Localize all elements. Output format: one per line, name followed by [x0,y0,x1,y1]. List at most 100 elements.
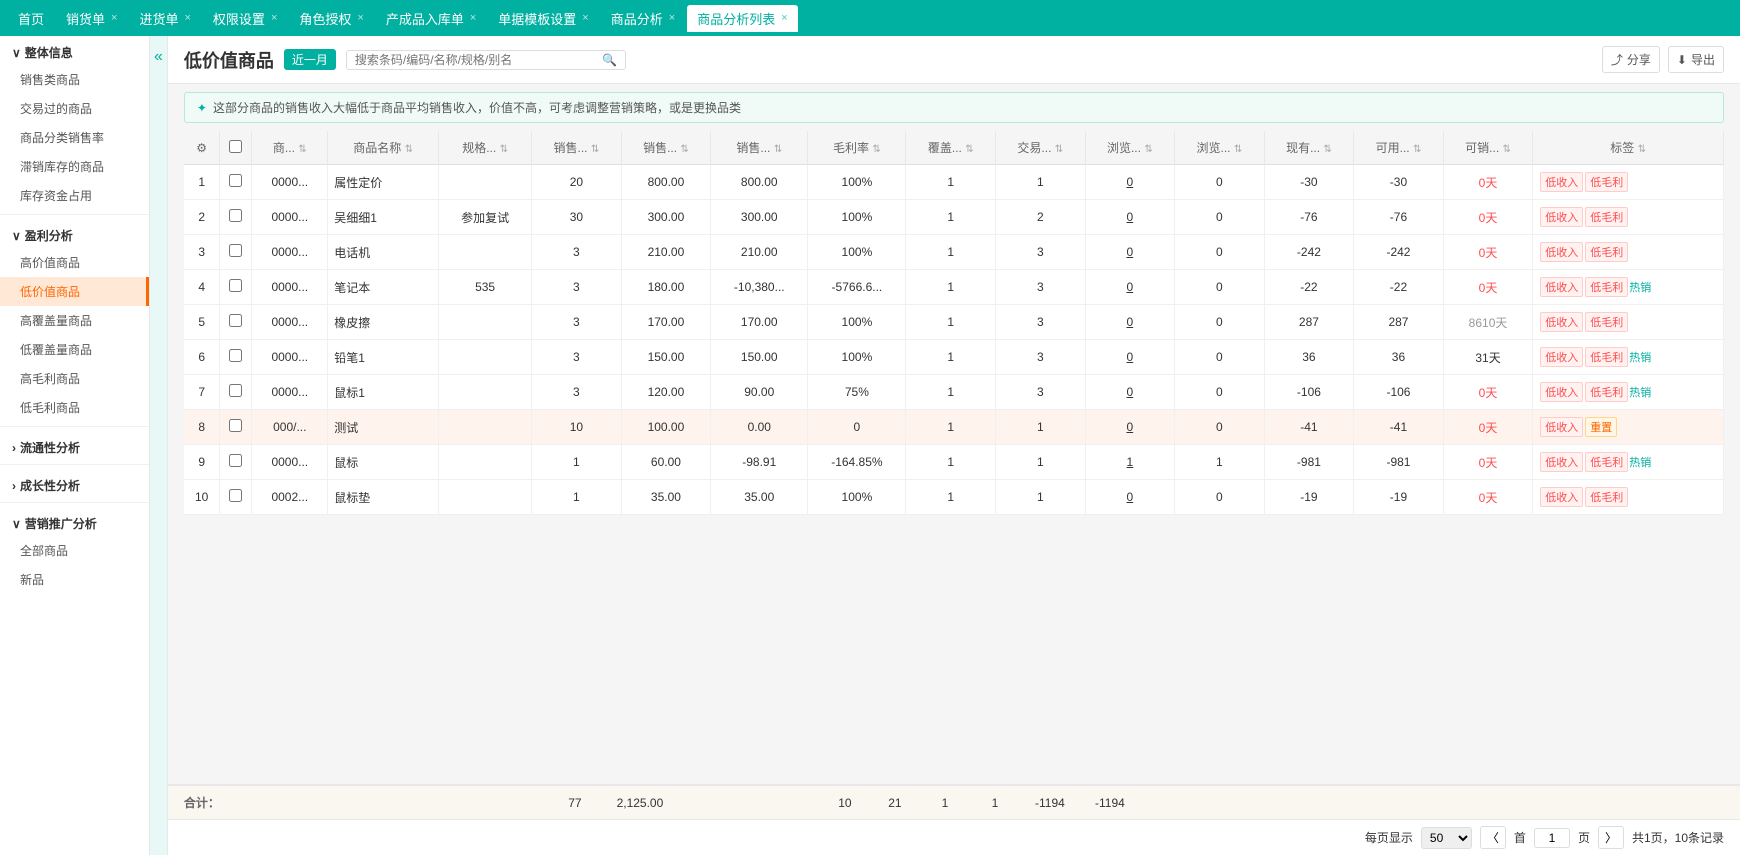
sidebar-section-marketing[interactable]: ∨ 营销推广分析 [0,507,149,536]
row-select-checkbox[interactable] [229,314,242,327]
page-number-input[interactable] [1534,828,1570,848]
row-browse1[interactable]: 0 [1085,270,1175,305]
first-page-button[interactable]: 〈 [1480,826,1506,849]
row-select-checkbox[interactable] [229,349,242,362]
page-size-select[interactable]: 50 100 [1421,827,1472,849]
row-browse1[interactable]: 0 [1085,480,1175,515]
filter-recent-month-button[interactable]: 近一月 [284,49,336,70]
sidebar-item-sales-products[interactable]: 销售类商品 [0,65,149,94]
browse-link[interactable]: 0 [1126,280,1133,294]
close-icon[interactable]: × [271,12,277,24]
col-tags[interactable]: 标签 ⇅ [1533,131,1724,165]
row-checkbox[interactable] [220,200,252,235]
search-icon[interactable]: 🔍 [602,53,617,67]
sidebar-item-high-value[interactable]: 高价值商品 [0,248,149,277]
row-checkbox[interactable] [220,445,252,480]
row-checkbox[interactable] [220,480,252,515]
sidebar-item-category-sales-rate[interactable]: 商品分类销售率 [0,123,149,152]
row-checkbox[interactable] [220,235,252,270]
sidebar-item-traded-products[interactable]: 交易过的商品 [0,94,149,123]
nav-template-settings[interactable]: 单据模板设置 × [488,5,598,32]
share-button[interactable]: ⤴ 分享 [1602,46,1660,73]
col-spec[interactable]: 规格... ⇅ [439,131,532,165]
sidebar-item-low-value[interactable]: 低价值商品 [0,277,149,306]
close-icon[interactable]: × [111,12,117,24]
nav-home[interactable]: 首页 [8,5,54,32]
row-browse1[interactable]: 0 [1085,235,1175,270]
browse-link[interactable]: 0 [1126,245,1133,259]
col-browse2[interactable]: 浏览... ⇅ [1175,131,1265,165]
browse-link[interactable]: 0 [1126,420,1133,434]
row-checkbox[interactable] [220,340,252,375]
last-page-button[interactable]: 〉 [1598,826,1624,849]
select-all-checkbox[interactable] [229,140,242,153]
col-checkbox[interactable] [220,131,252,165]
row-browse1[interactable]: 0 [1085,200,1175,235]
row-browse1[interactable]: 0 [1085,340,1175,375]
row-select-checkbox[interactable] [229,384,242,397]
nav-product-analysis-list[interactable]: 商品分析列表 × [687,5,797,32]
row-select-checkbox[interactable] [229,454,242,467]
close-icon[interactable]: × [781,12,787,24]
close-icon[interactable]: × [582,12,588,24]
col-trade[interactable]: 交易... ⇅ [996,131,1086,165]
col-coverage[interactable]: 覆盖... ⇅ [906,131,996,165]
sidebar-item-all-products[interactable]: 全部商品 [0,536,149,565]
sidebar-item-inventory-capital[interactable]: 库存资金占用 [0,181,149,210]
browse-link[interactable]: 0 [1126,490,1133,504]
close-icon[interactable]: × [357,12,363,24]
row-browse1[interactable]: 0 [1085,410,1175,445]
row-checkbox[interactable] [220,410,252,445]
col-browse1[interactable]: 浏览... ⇅ [1085,131,1175,165]
close-icon[interactable]: × [184,12,190,24]
row-browse1[interactable]: 0 [1085,165,1175,200]
browse-link[interactable]: 0 [1126,210,1133,224]
sidebar-item-low-margin[interactable]: 低毛利商品 [0,393,149,422]
col-gross-margin[interactable]: 毛利率 ⇅ [808,131,906,165]
sidebar-item-high-margin[interactable]: 高毛利商品 [0,364,149,393]
row-select-checkbox[interactable] [229,244,242,257]
row-select-checkbox[interactable] [229,209,242,222]
col-available-stock[interactable]: 可用... ⇅ [1354,131,1444,165]
collapse-sidebar-button[interactable]: « [150,44,167,70]
nav-product-inbound[interactable]: 产成品入库单 × [376,5,486,32]
col-current-stock[interactable]: 现有... ⇅ [1264,131,1354,165]
row-checkbox[interactable] [220,305,252,340]
export-button[interactable]: ⬇ 导出 [1668,46,1724,73]
nav-sales-order[interactable]: 销货单 × [56,5,127,32]
row-checkbox[interactable] [220,270,252,305]
nav-role-auth[interactable]: 角色授权 × [289,5,373,32]
row-browse1[interactable]: 0 [1085,305,1175,340]
col-name[interactable]: 商品名称 ⇅ [328,131,439,165]
row-checkbox[interactable] [220,165,252,200]
nav-product-analysis[interactable]: 商品分析 × [601,5,685,32]
col-sale-amount[interactable]: 销售... ⇅ [621,131,711,165]
sidebar-section-liquidity[interactable]: › 流通性分析 [0,431,149,460]
browse-link[interactable]: 1 [1126,455,1133,469]
close-icon[interactable]: × [669,12,675,24]
row-select-checkbox[interactable] [229,419,242,432]
nav-permissions[interactable]: 权限设置 × [203,5,287,32]
row-select-checkbox[interactable] [229,174,242,187]
row-checkbox[interactable] [220,375,252,410]
browse-link[interactable]: 0 [1126,350,1133,364]
sidebar-item-high-coverage[interactable]: 高覆盖量商品 [0,306,149,335]
row-browse1[interactable]: 1 [1085,445,1175,480]
close-icon[interactable]: × [470,12,476,24]
row-select-checkbox[interactable] [229,489,242,502]
col-sale-qty[interactable]: 销售... ⇅ [532,131,622,165]
search-input[interactable] [355,53,602,67]
browse-link[interactable]: 0 [1126,315,1133,329]
col-settings[interactable]: ⚙ [184,131,220,165]
browse-link[interactable]: 0 [1126,175,1133,189]
row-browse1[interactable]: 0 [1085,375,1175,410]
sidebar-item-new-products[interactable]: 新品 [0,565,149,594]
sidebar-section-overview[interactable]: ∨ 整体信息 [0,36,149,65]
col-saleable-stock[interactable]: 可销... ⇅ [1443,131,1533,165]
sidebar-section-profit[interactable]: ∨ 盈利分析 [0,219,149,248]
col-code[interactable]: 商... ⇅ [252,131,328,165]
nav-purchase-order[interactable]: 进货单 × [129,5,200,32]
gear-icon[interactable]: ⚙ [196,141,207,155]
sidebar-item-low-coverage[interactable]: 低覆盖量商品 [0,335,149,364]
sidebar-item-slow-moving[interactable]: 滞销库存的商品 [0,152,149,181]
